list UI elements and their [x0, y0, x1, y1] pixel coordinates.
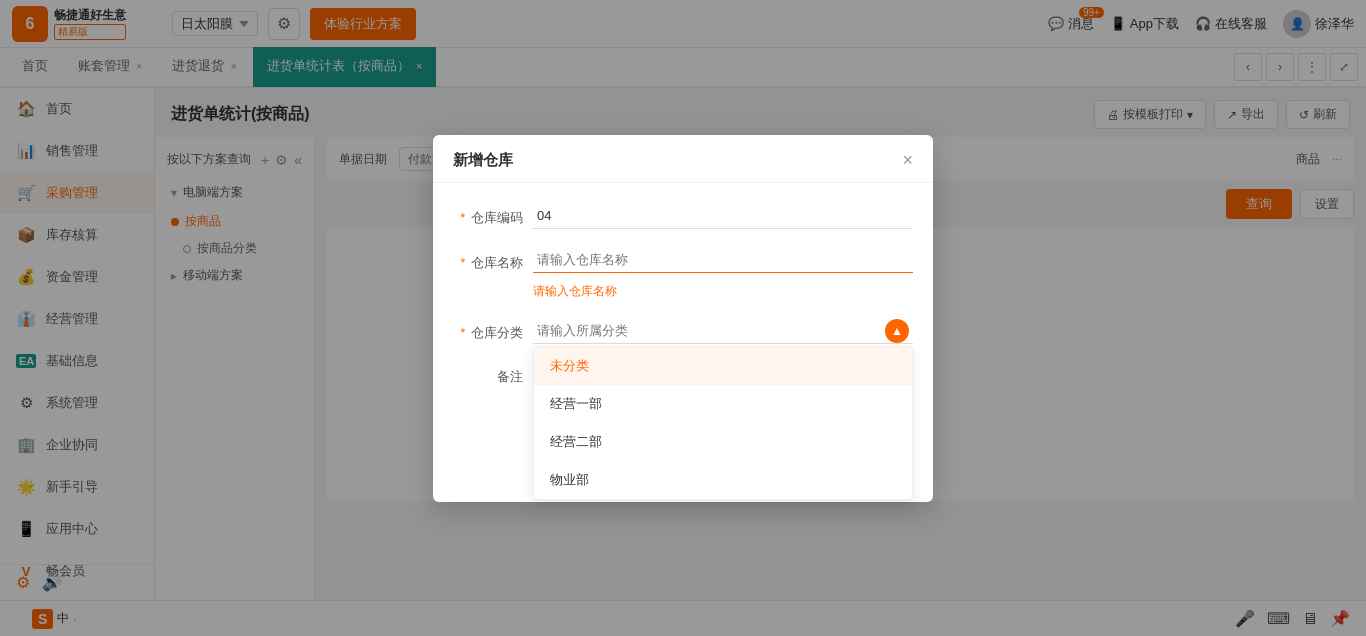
select-arrow-button[interactable]: ▲	[885, 319, 909, 343]
modal-title: 新增仓库	[453, 151, 513, 170]
name-required-star: *	[460, 255, 465, 270]
dropdown-item-dept3[interactable]: 物业部	[534, 461, 912, 499]
modal-body: * 仓库编码 * 仓库名称 请输入仓库名称	[433, 183, 933, 440]
category-dropdown: 未分类 经营一部 经营二部 物业部	[533, 346, 913, 500]
note-label: 备注	[453, 362, 523, 386]
name-input[interactable]	[533, 247, 913, 273]
form-row-category: * 仓库分类 ▲ 未分类 经营一部 经营二部 物业部	[453, 318, 913, 344]
dropdown-item-unclassified[interactable]: 未分类	[534, 347, 912, 385]
modal-close-button[interactable]: ×	[902, 151, 913, 169]
dropdown-item-dept1[interactable]: 经营一部	[534, 385, 912, 423]
category-select-wrap: ▲ 未分类 经营一部 经营二部 物业部	[533, 318, 913, 344]
dropdown-item-dept2[interactable]: 经营二部	[534, 423, 912, 461]
form-row-name: * 仓库名称 请输入仓库名称	[453, 247, 913, 300]
name-error-msg: 请输入仓库名称	[533, 284, 617, 298]
modal-add-warehouse: 新增仓库 × * 仓库编码 * 仓库名称	[433, 135, 933, 502]
category-label: * 仓库分类	[453, 318, 523, 342]
required-star: *	[460, 210, 465, 225]
code-input[interactable]	[533, 203, 913, 229]
category-input[interactable]	[533, 318, 913, 344]
form-row-code: * 仓库编码	[453, 203, 913, 229]
cat-required-star: *	[460, 325, 465, 340]
modal-overlay: 新增仓库 × * 仓库编码 * 仓库名称	[0, 0, 1366, 636]
code-label: * 仓库编码	[453, 203, 523, 227]
modal-header: 新增仓库 ×	[433, 135, 933, 183]
name-label: * 仓库名称	[453, 248, 523, 272]
chevron-up-icon: ▲	[891, 324, 903, 338]
